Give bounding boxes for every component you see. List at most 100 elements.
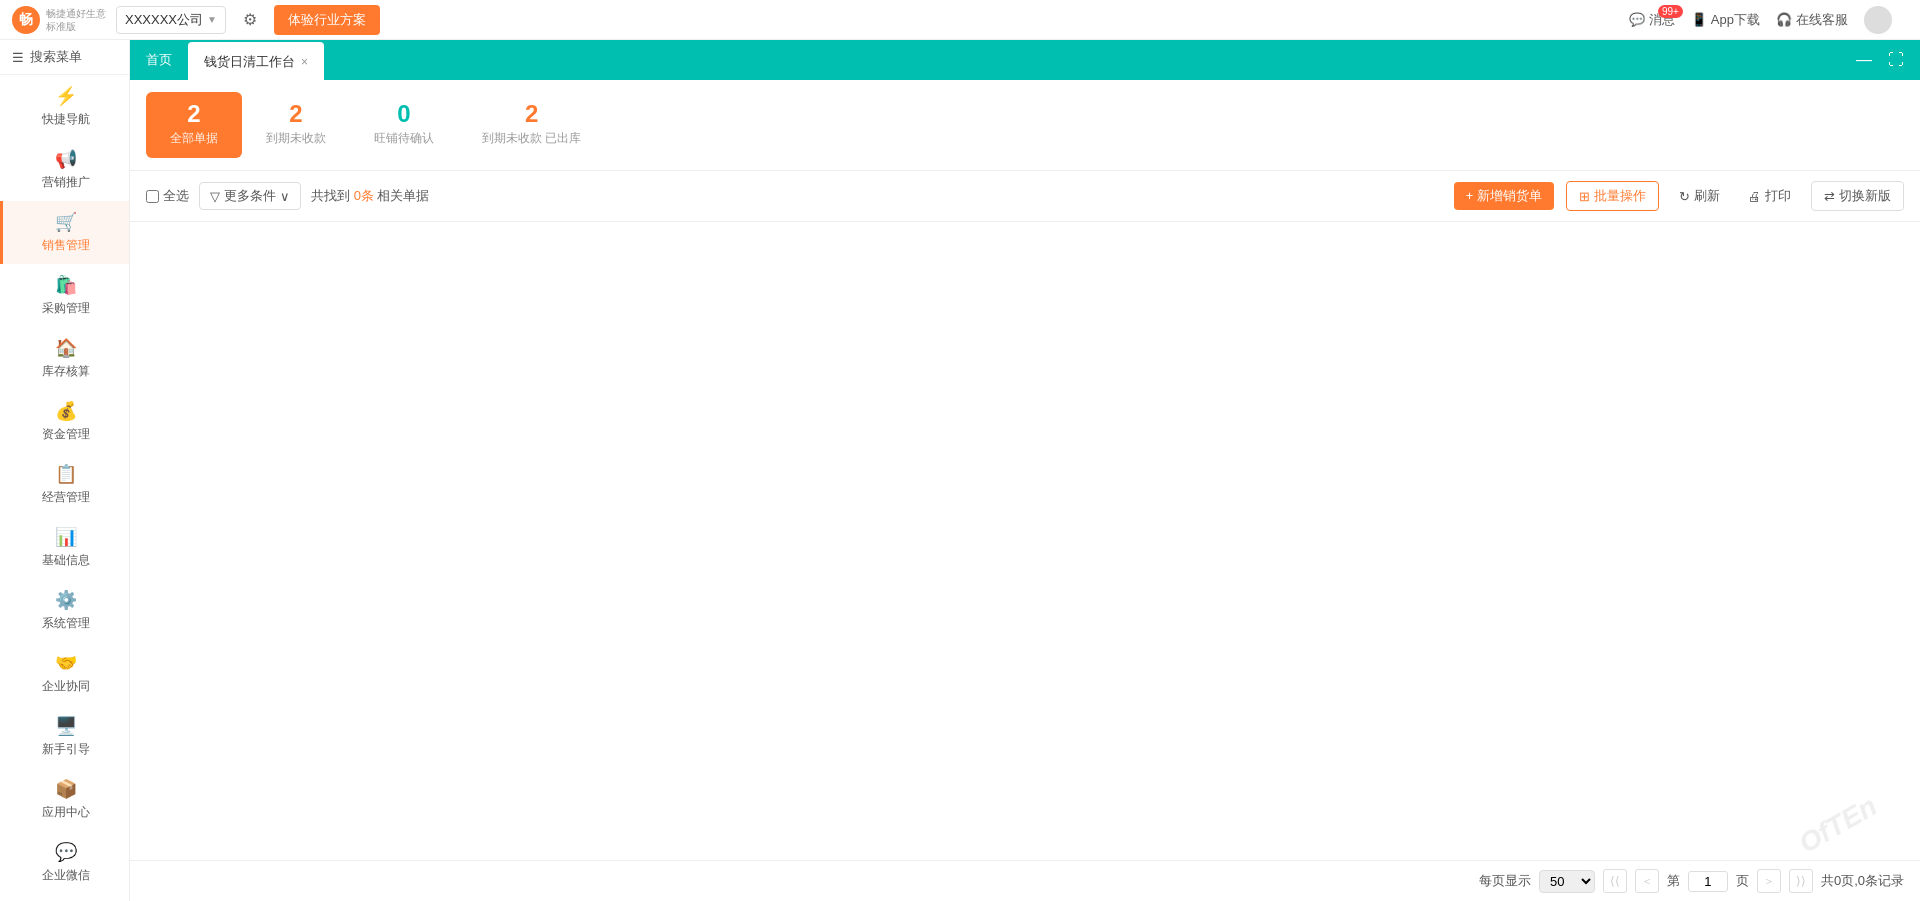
sidebar: ☰ 搜索菜单 ⚡ 快捷导航 📢 营销推广 🛒 销售管理 🛍️ 采购管理 🏠 库存… [0,40,130,901]
sidebar-item-purchase[interactable]: 🛍️ 采购管理 [0,264,129,327]
stat-label: 到期未收款 已出库 [482,130,581,147]
purchase-icon: 🛍️ [55,274,77,296]
sidebar-item-label: 快捷导航 [42,111,90,128]
page-content: 2 全部单据 2 到期未收款 0 旺铺待确认 2 到期未收款 已出库 [130,80,1920,901]
message-badge: 99+ [1658,5,1683,18]
tab-bar: 首页 钱货日清工作台 × — ⛶ [130,40,1920,80]
refresh-button[interactable]: ↻ 刷新 [1671,182,1728,210]
logo-area: 畅 畅捷通好生意 标准版 [12,6,106,34]
refresh-icon: ↻ [1679,189,1690,204]
search-icon: ☰ [12,50,24,65]
tab-label: 钱货日清工作台 [204,53,295,71]
batch-operation-button[interactable]: ⊞ 批量操作 [1566,181,1659,211]
sales-icon: 🛒 [55,211,77,233]
sidebar-item-finance[interactable]: 💰 资金管理 [0,390,129,453]
add-sales-order-button[interactable]: + 新增销货单 [1454,182,1554,210]
header-right: 💬 消息 99+ 📱 App下载 🎧 在线客服 [1629,6,1908,34]
sidebar-item-label: 营销推广 [42,174,90,191]
company-name: XXXXXX公司 [125,11,203,29]
print-label: 打印 [1765,187,1791,205]
trial-button[interactable]: 体验行业方案 [274,5,380,35]
avatar[interactable] [1864,6,1892,34]
switch-icon: ⇄ [1824,189,1835,204]
stat-label: 全部单据 [170,130,218,147]
found-text: 共找到 0条 相关单据 [311,187,429,205]
online-service-item[interactable]: 🎧 在线客服 [1776,11,1848,29]
search-menu-label: 搜索菜单 [30,48,82,66]
switch-label: 切换新版 [1839,187,1891,205]
content-area: 首页 钱货日清工作台 × — ⛶ 2 全部单据 2 到期未收款 [130,40,1920,901]
page-label: 第 [1667,872,1680,890]
operation-icon: 📋 [55,463,77,485]
sidebar-item-guide[interactable]: 🖥️ 新手引导 [0,705,129,768]
sidebar-item-system[interactable]: ⚙️ 系统管理 [0,579,129,642]
marketing-icon: 📢 [55,148,77,170]
table-area [130,222,1920,860]
tab-home[interactable]: 首页 [130,40,188,80]
stat-num: 2 [482,100,581,128]
first-page-button[interactable]: ⟨⟨ [1603,869,1627,893]
logo-icon: 畅 [12,6,40,34]
stat-label: 旺铺待确认 [374,130,434,147]
app-download-label: App下载 [1711,11,1760,29]
print-button[interactable]: 🖨 打印 [1740,182,1799,210]
prev-page-button[interactable]: ＜ [1635,869,1659,893]
sidebar-item-sales[interactable]: 🛒 销售管理 [0,201,129,264]
top-header: 畅 畅捷通好生意 标准版 XXXXXX公司 ▼ ⚙ 体验行业方案 💬 消息 99… [0,0,1920,40]
pagination: 每页显示 50 10 20 100 ⟨⟨ ＜ 第 页 ＞ ⟩⟩ 共0页,0条记录 [130,860,1920,901]
sidebar-item-wechat[interactable]: 💬 企业微信 [0,831,129,894]
filter-label: 更多条件 [224,187,276,205]
search-menu[interactable]: ☰ 搜索菜单 [0,40,129,75]
sidebar-item-enterprise[interactable]: 🤝 企业协同 [0,642,129,705]
stat-num: 2 [266,100,326,128]
filter-icon: ▽ [210,189,220,204]
quick-nav-icon: ⚡ [55,85,77,107]
toolbar-left: 全选 ▽ 更多条件 ∨ 共找到 0条 相关单据 [146,182,429,210]
sidebar-item-app-center[interactable]: 📦 应用中心 [0,768,129,831]
tab-close-icon[interactable]: × [301,55,308,69]
stat-label: 到期未收款 [266,130,326,147]
settings-button[interactable]: ⚙ [236,6,264,34]
last-page-button[interactable]: ⟩⟩ [1789,869,1813,893]
company-selector[interactable]: XXXXXX公司 ▼ [116,6,226,34]
filter-button[interactable]: ▽ 更多条件 ∨ [199,182,301,210]
sidebar-item-inventory[interactable]: 🏠 库存核算 [0,327,129,390]
page-input[interactable] [1688,871,1728,892]
select-all-input[interactable] [146,190,159,203]
sidebar-item-basic-info[interactable]: 📊 基础信息 [0,516,129,579]
download-icon: 📱 [1691,12,1707,27]
service-icon: 🎧 [1776,12,1792,27]
stat-card-overdue[interactable]: 2 到期未收款 [242,92,350,158]
logo-text: 畅捷通好生意 标准版 [46,7,106,33]
sidebar-item-label: 企业协同 [42,678,90,695]
sidebar-item-member[interactable]: 🏅 畅会员 [0,894,129,901]
sidebar-item-operation[interactable]: 📋 经营管理 [0,453,129,516]
stats-row: 2 全部单据 2 到期未收款 0 旺铺待确认 2 到期未收款 已出库 [130,80,1920,171]
stat-card-pending[interactable]: 0 旺铺待确认 [350,92,458,158]
per-page-select[interactable]: 50 10 20 100 [1539,870,1595,893]
tab-minimize-button[interactable]: — [1852,47,1876,73]
select-all-checkbox[interactable]: 全选 [146,187,189,205]
app-download-item[interactable]: 📱 App下载 [1691,11,1760,29]
sidebar-item-quick-nav[interactable]: ⚡ 快捷导航 [0,75,129,138]
wechat-icon: 💬 [55,841,77,863]
inventory-icon: 🏠 [55,337,77,359]
enterprise-icon: 🤝 [55,652,77,674]
stat-card-all[interactable]: 2 全部单据 [146,92,242,158]
next-page-button[interactable]: ＞ [1757,869,1781,893]
sidebar-item-label: 销售管理 [42,237,90,254]
service-label: 在线客服 [1796,11,1848,29]
message-icon: 💬 [1629,12,1645,27]
batch-label: 批量操作 [1594,187,1646,205]
stat-card-unshipped[interactable]: 2 到期未收款 已出库 [458,92,605,158]
chevron-down-icon: ∨ [280,189,290,204]
tab-active[interactable]: 钱货日清工作台 × [188,42,324,82]
message-item[interactable]: 💬 消息 99+ [1629,11,1675,29]
sidebar-item-marketing[interactable]: 📢 营销推广 [0,138,129,201]
sidebar-item-label: 库存核算 [42,363,90,380]
tab-actions: — ⛶ [1852,47,1920,73]
tab-maximize-button[interactable]: ⛶ [1884,47,1908,73]
sidebar-item-label: 采购管理 [42,300,90,317]
switch-version-button[interactable]: ⇄ 切换新版 [1811,181,1904,211]
sidebar-item-label: 基础信息 [42,552,90,569]
